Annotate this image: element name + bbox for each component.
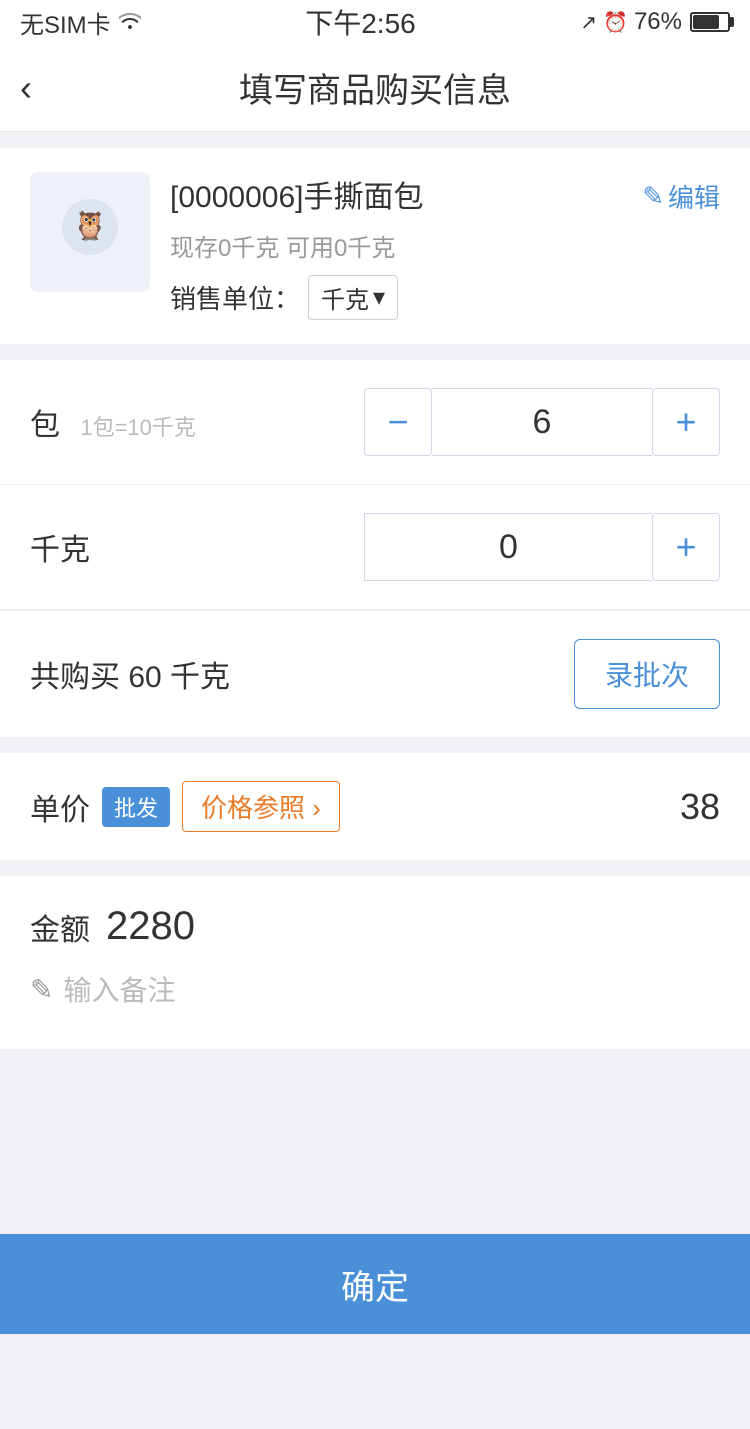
status-bar: 无SIM卡 下午2:56 ↗ ⏰ 76% <box>0 0 750 44</box>
price-label: 单价 <box>30 785 90 829</box>
svg-text:🦉: 🦉 <box>73 210 108 242</box>
battery-percent: 76% <box>634 8 682 36</box>
package-minus-button[interactable]: − <box>364 388 432 456</box>
alarm-icon: ⏰ <box>603 10 628 35</box>
package-quantity-control: − + <box>364 388 720 456</box>
price-value: 38 <box>680 786 720 828</box>
edit-label: 编辑 <box>668 178 720 215</box>
amount-section: 金额 2280 ✎ 输入备注 <box>0 860 750 1049</box>
nav-bar: ‹ 填写商品购买信息 <box>0 44 750 132</box>
status-right: ↗ ⏰ 76% <box>580 8 730 36</box>
wifi-icon <box>119 8 141 36</box>
edit-icon: ✎ <box>642 181 664 212</box>
package-hint: 1包=10千克 <box>80 415 196 440</box>
unit-value: 千克 <box>321 280 369 315</box>
package-row: 包 1包=10千克 − + <box>0 360 750 485</box>
amount-value: 2280 <box>106 904 195 949</box>
price-left: 单价 批发 价格参照 › <box>30 781 340 832</box>
unit-select[interactable]: 千克 ▾ <box>308 275 398 320</box>
summary-text: 共购买 60 千克 <box>30 652 230 696</box>
page-title: 填写商品购买信息 <box>239 63 511 112</box>
kg-label: 千克 <box>30 525 364 569</box>
product-unit-row: 销售单位： 千克 ▾ <box>170 275 720 320</box>
batch-tag: 批发 <box>102 787 170 827</box>
product-stock: 现存0千克 可用0千克 <box>170 228 720 263</box>
kg-quantity-control: + <box>364 513 720 581</box>
package-plus-button[interactable]: + <box>652 388 720 456</box>
kg-plus-button[interactable]: + <box>652 513 720 581</box>
back-button[interactable]: ‹ <box>20 67 32 109</box>
unit-label: 销售单位： <box>170 279 300 316</box>
product-info: [0000006]手撕面包 现存0千克 可用0千克 销售单位： 千克 ▾ <box>170 172 720 320</box>
note-row[interactable]: ✎ 输入备注 <box>30 969 720 1029</box>
note-placeholder: 输入备注 <box>63 969 175 1009</box>
pencil-icon: ✎ <box>30 973 53 1006</box>
quantity-section: 包 1包=10千克 − + 千克 + 共购买 60 千克 录批次 <box>0 360 750 737</box>
status-left: 无SIM卡 <box>20 5 141 40</box>
unit-dropdown-icon: ▾ <box>373 283 385 312</box>
batch-button[interactable]: 录批次 <box>574 639 720 709</box>
package-quantity-input[interactable] <box>432 388 652 456</box>
carrier-text: 无SIM卡 <box>20 5 111 40</box>
kg-row: 千克 + <box>0 485 750 610</box>
kg-quantity-input[interactable] <box>364 513 652 581</box>
price-section: 单价 批发 价格参照 › 38 <box>0 753 750 860</box>
amount-row: 金额 2280 <box>30 904 720 949</box>
package-label: 包 1包=10千克 <box>30 400 364 444</box>
price-row: 单价 批发 价格参照 › 38 <box>30 781 720 832</box>
bottom-bar: 确定 <box>0 1234 750 1334</box>
edit-button[interactable]: ✎ 编辑 <box>642 178 720 215</box>
price-reference-button[interactable]: 价格参照 › <box>182 781 340 832</box>
product-section: 🦉 [0000006]手撕面包 现存0千克 可用0千克 销售单位： 千克 ▾ ✎… <box>0 148 750 344</box>
amount-label: 金额 <box>30 905 90 949</box>
confirm-button[interactable]: 确定 <box>0 1234 750 1334</box>
summary-row: 共购买 60 千克 录批次 <box>0 610 750 737</box>
product-image: 🦉 <box>30 172 150 292</box>
time-display: 下午2:56 <box>305 2 416 42</box>
battery-icon <box>690 12 730 32</box>
location-icon: ↗ <box>580 10 597 35</box>
product-name: [0000006]手撕面包 <box>170 172 720 216</box>
product-image-placeholder: 🦉 <box>60 197 120 268</box>
